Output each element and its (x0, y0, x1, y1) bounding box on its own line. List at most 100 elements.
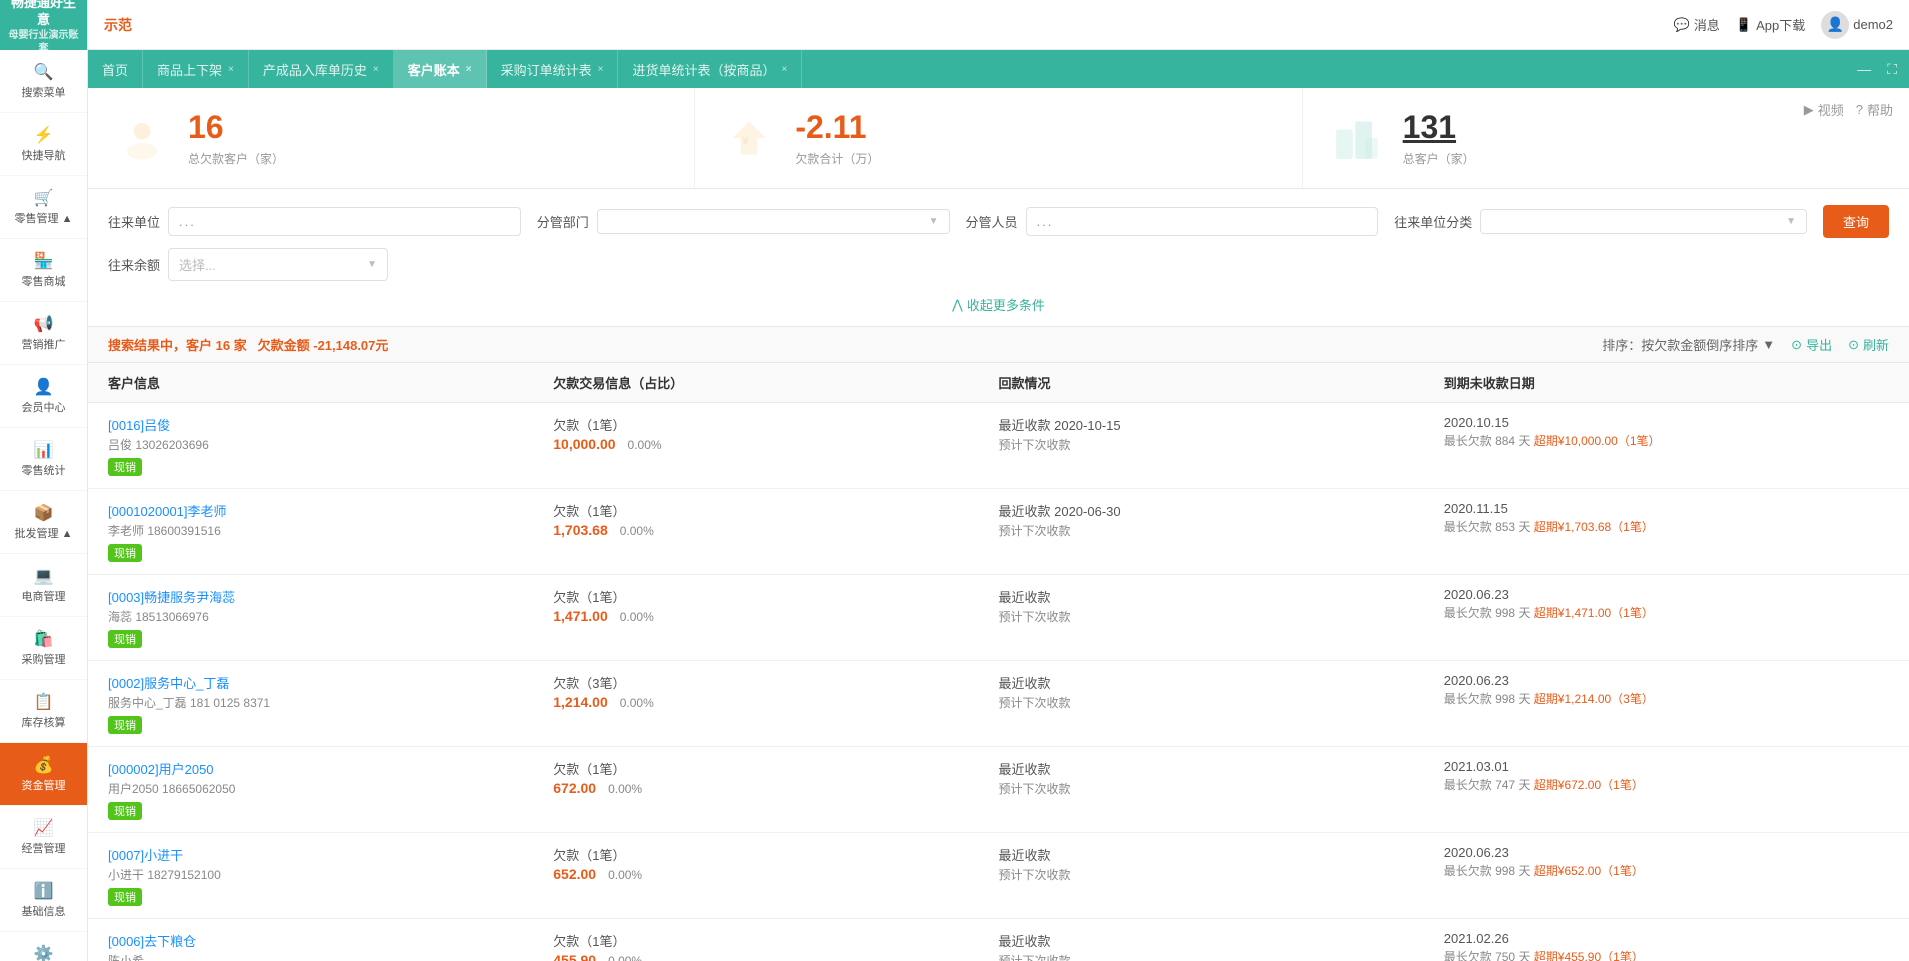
phone-icon: 📱 (1736, 17, 1752, 33)
tab-close-5[interactable]: × (781, 64, 787, 75)
overdue-link-1[interactable]: 超期¥1,703.68（1笔） (1534, 520, 1654, 534)
table-row: [0001020001]李老师 李老师 18600391516 现销 欠款（1笔… (88, 489, 1909, 575)
col-header-overdue: 到期未收款日期 (1444, 373, 1889, 392)
table-row: [0002]服务中心_丁磊 服务中心_丁磊 181 0125 8371 现销 欠… (88, 661, 1909, 747)
sidebar-item-电商管理[interactable]: 💻电商管理 (0, 554, 87, 617)
sidebar-item-资金管理[interactable]: 💰资金管理 (0, 743, 87, 806)
collapse-btn[interactable]: ⋀ 收起更多条件 (108, 291, 1889, 318)
dept-select[interactable]: ▼ (597, 209, 950, 234)
sidebar-item-营销推广[interactable]: 📢营销推广 (0, 302, 87, 365)
customer-contact-0: 吕俊 13026203696 (108, 436, 553, 453)
export-label: 导出 (1806, 335, 1832, 354)
debt-count-0: 欠款（1笔） (553, 415, 998, 434)
tab-close-2[interactable]: × (373, 64, 379, 75)
overdue-link-5[interactable]: 超期¥652.00（1笔） (1534, 864, 1644, 878)
overdue-days-4: 最长欠款 747 天 超期¥672.00（1笔） (1444, 776, 1889, 793)
tab-label-1: 商品上下架 (157, 60, 222, 79)
sidebar-item-会员中心[interactable]: 👤会员中心 (0, 365, 87, 428)
customer-badge-2: 现销 (108, 630, 142, 648)
customer-name-4[interactable]: [000002]用户2050 (108, 759, 553, 778)
sidebar-icon-3: 🏪 (4, 251, 83, 271)
stat-info-overdue: 16 总欠款客户（家） (188, 109, 284, 167)
vendor-input[interactable]: ... (168, 207, 521, 236)
sidebar-item-经营管理[interactable]: 📈经营管理 (0, 806, 87, 869)
person-input[interactable]: ... (1026, 207, 1379, 236)
sidebar-item-搜索菜单[interactable]: 🔍搜索菜单 (0, 50, 87, 113)
overdue-link-4[interactable]: 超期¥672.00（1笔） (1534, 778, 1644, 792)
customer-name-5[interactable]: [0007]小进干 (108, 845, 553, 864)
customer-badge-0: 现销 (108, 458, 142, 476)
sidebar-item-零售商城[interactable]: 🏪零售商城 (0, 239, 87, 302)
sidebar-item-库存核算[interactable]: 📋库存核算 (0, 680, 87, 743)
sidebar-item-零售管理[interactable]: 🛒零售管理 ▲ (0, 176, 87, 239)
refresh-btn[interactable]: ⊙ 刷新 (1848, 335, 1889, 354)
result-actions: 排序：按欠款金额倒序排序 ▼ ⊙ 导出 ⊙ 刷新 (1602, 335, 1889, 354)
svg-text:¥: ¥ (742, 136, 750, 148)
sidebar-item-快捷导航[interactable]: ⚡ 快捷导航 (0, 113, 87, 176)
overdue-link-2[interactable]: 超期¥1,471.00（1笔） (1534, 606, 1654, 620)
customer-name-1[interactable]: [0001020001]李老师 (108, 501, 553, 520)
sidebar-item-采购管理[interactable]: 🛍️采购管理 (0, 617, 87, 680)
sidebar-logo-text: 畅捷通好生意 母婴行业演示账套 (8, 0, 79, 55)
dept-label: 分管部门 (537, 212, 589, 231)
sidebar-icon-4: 📢 (4, 314, 83, 334)
export-btn[interactable]: ⊙ 导出 (1791, 335, 1832, 354)
overdue-link-3[interactable]: 超期¥1,214.00（3笔） (1534, 692, 1654, 706)
filter-field-dept: 分管部门 ▼ (537, 209, 950, 234)
app-download-btn[interactable]: 📱 App下载 (1736, 15, 1805, 34)
header-right: 💬 消息 📱 App下载 👤 demo2 (1674, 11, 1893, 39)
debt-ratio-6: 0.00% (608, 954, 642, 961)
sort-label: 排序：按欠款金额倒序排序 (1602, 335, 1758, 354)
video-btn[interactable]: ▶ 视频 (1804, 100, 1844, 119)
sidebar-item-零售统计[interactable]: 📊零售统计 (0, 428, 87, 491)
customer-badge-4: 现销 (108, 802, 142, 820)
customer-name-6[interactable]: [0006]去下粮仓 (108, 931, 553, 950)
overdue-cell-2: 2020.06.23 最长欠款 998 天 超期¥1,471.00（1笔） (1444, 587, 1889, 621)
sidebar-label-13: 基础信息 (4, 903, 83, 919)
tab-0[interactable]: 首页 (88, 50, 143, 88)
tab-5[interactable]: 进货单统计表（按商品）× (618, 50, 802, 88)
category-label: 往来单位分类 (1394, 212, 1472, 231)
sidebar-label-1: 快捷导航 (4, 147, 83, 163)
overdue-days-2: 最长欠款 998 天 超期¥1,471.00（1笔） (1444, 604, 1889, 621)
maximize-btn[interactable]: ⛶ (1883, 59, 1901, 80)
sidebar-item-批发管理[interactable]: 📦批发管理 ▲ (0, 491, 87, 554)
sidebar-icon-1: ⚡ (4, 125, 83, 145)
recovery-date-2: 最近收款 (999, 587, 1444, 606)
tab-4[interactable]: 采购订单统计表× (487, 50, 619, 88)
customer-name-3[interactable]: [0002]服务中心_丁磊 (108, 673, 553, 692)
sort-btn[interactable]: 排序：按欠款金额倒序排序 ▼ (1602, 335, 1775, 354)
debt-cell-3: 欠款（3笔） 1,214.00 0.00% (553, 673, 998, 710)
customer-name-2[interactable]: [0003]畅捷服务尹海蕊 (108, 587, 553, 606)
search-button[interactable]: 查询 (1823, 205, 1889, 238)
balance-select[interactable]: 选择... ▼ (168, 248, 388, 281)
help-btn[interactable]: ? 帮助 (1856, 100, 1893, 119)
tab-close-1[interactable]: × (228, 64, 234, 75)
result-bar: 搜索结果中，客户 16 家 欠款金额 -21,148.07元 排序：按欠款金额倒… (88, 327, 1909, 363)
brand-text: 示范 (104, 15, 132, 35)
minimize-btn[interactable]: — (1853, 59, 1875, 79)
recovery-cell-5: 最近收款 预计下次收款 (999, 845, 1444, 883)
sidebar-label-5: 会员中心 (4, 399, 83, 415)
overdue-link-6[interactable]: 超期¥455.90（1笔） (1534, 950, 1644, 961)
tab-close-3[interactable]: × (466, 64, 472, 75)
overdue-date-2: 2020.06.23 (1444, 587, 1889, 602)
sidebar-item-系统管理[interactable]: ⚙️系统管理 (0, 932, 87, 961)
overdue-cell-5: 2020.06.23 最长欠款 998 天 超期¥652.00（1笔） (1444, 845, 1889, 879)
overdue-date-5: 2020.06.23 (1444, 845, 1889, 860)
tab-1[interactable]: 商品上下架 × (143, 50, 249, 88)
tab-close-4[interactable]: × (598, 64, 604, 75)
overdue-link-0[interactable]: 超期¥10,000.00（1笔） (1534, 434, 1661, 448)
tab-2[interactable]: 产成品入库单历史× (249, 50, 394, 88)
sidebar-item-基础信息[interactable]: ℹ️基础信息 (0, 869, 87, 932)
tabs-actions: — ⛶ (1845, 59, 1909, 80)
col-header-recovery: 回款情况 (999, 373, 1444, 392)
overdue-cell-4: 2021.03.01 最长欠款 747 天 超期¥672.00（1笔） (1444, 759, 1889, 793)
tab-3[interactable]: 客户账本× (394, 50, 487, 88)
category-select[interactable]: ▼ (1480, 209, 1807, 234)
overdue-cell-0: 2020.10.15 最长欠款 884 天 超期¥10,000.00（1笔） (1444, 415, 1889, 449)
recovery-next-2: 预计下次收款 (999, 608, 1444, 625)
customer-name-0[interactable]: [0016]吕俊 (108, 415, 553, 434)
user-menu[interactable]: 👤 demo2 (1821, 11, 1893, 39)
messages-btn[interactable]: 💬 消息 (1674, 15, 1720, 34)
